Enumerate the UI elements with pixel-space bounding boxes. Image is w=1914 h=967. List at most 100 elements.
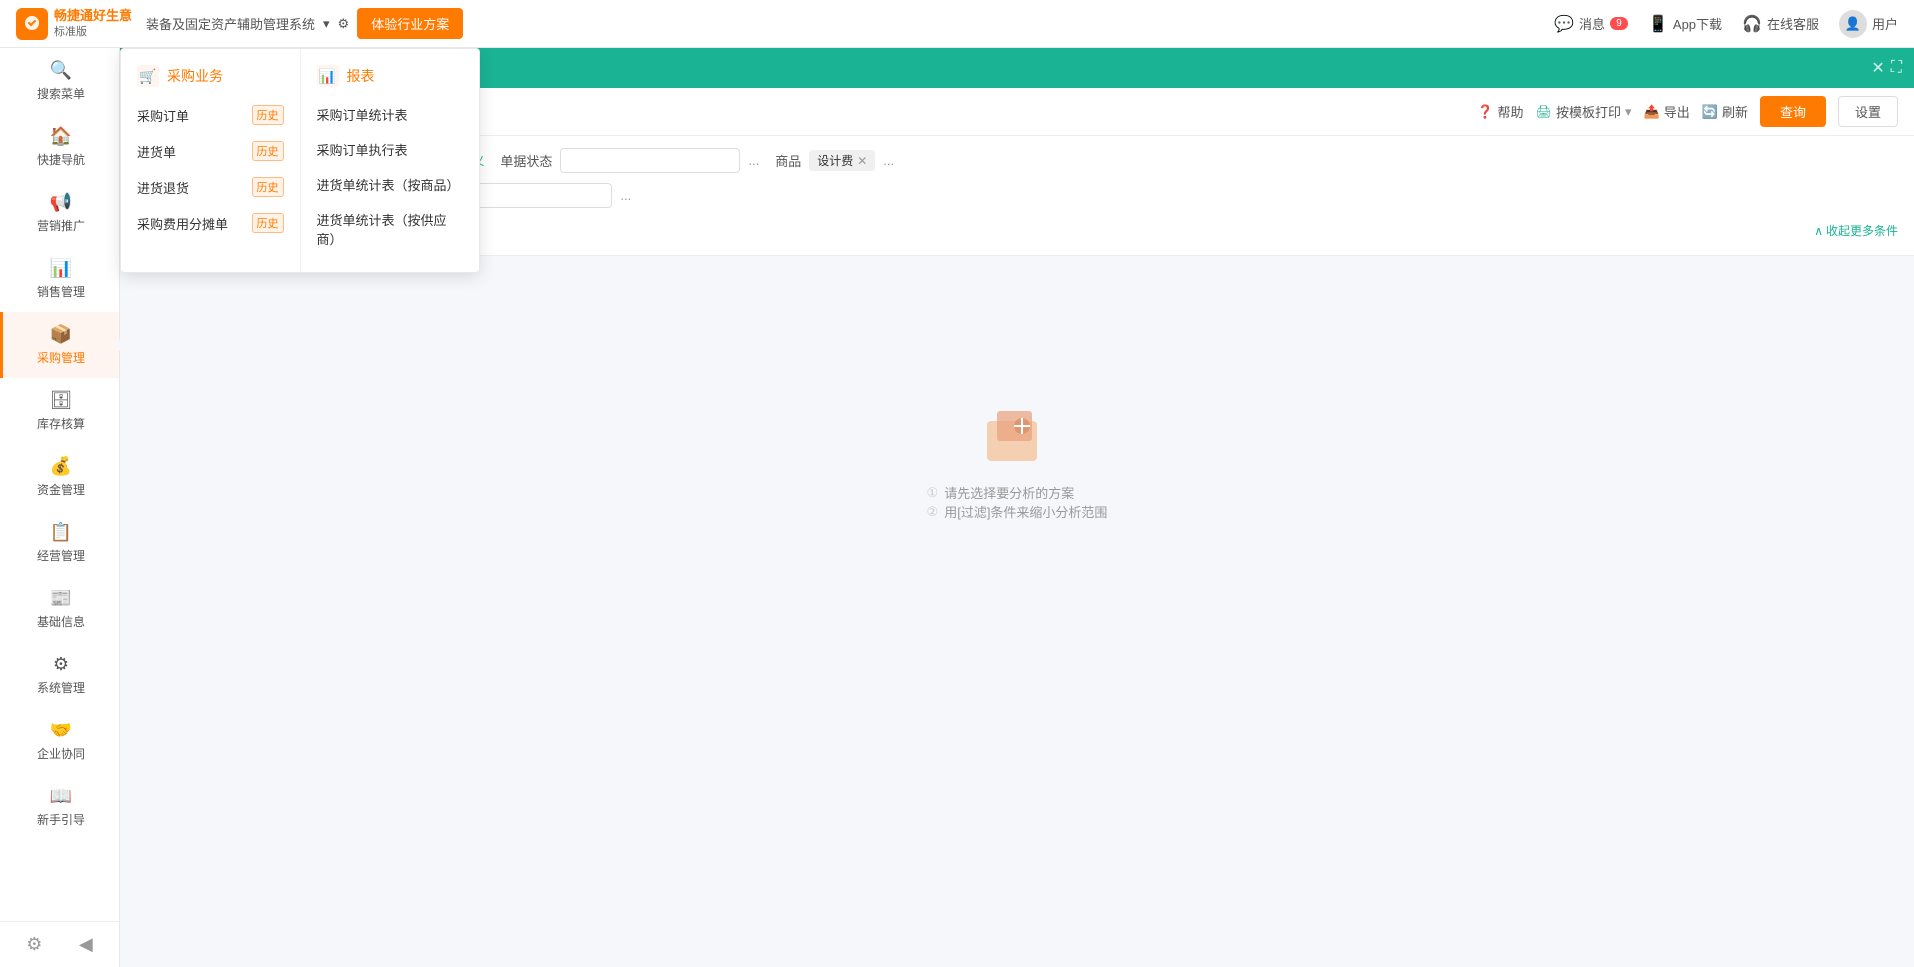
collapse-area: ∧ 收起更多条件 bbox=[1814, 222, 1898, 239]
sidebar-item-inventory[interactable]: 🗄 库存核算 bbox=[0, 378, 119, 444]
print-icon: 🖨 bbox=[1536, 104, 1553, 120]
collapse-icon: ∧ bbox=[1814, 224, 1823, 238]
incoming-stat-supplier-item[interactable]: 进货单统计表（按供应商） bbox=[301, 202, 480, 256]
user-action[interactable]: 👤 用户 bbox=[1839, 10, 1898, 38]
message-action[interactable]: 💬 消息 9 bbox=[1554, 14, 1628, 34]
sidebar-item-label: 经营管理 bbox=[37, 547, 85, 564]
purchase-order-stat-item[interactable]: 采购订单统计表 bbox=[301, 97, 480, 132]
purchase-order-exec-item[interactable]: 采购订单执行表 bbox=[301, 132, 480, 167]
sidebar-item-label: 快捷导航 bbox=[37, 151, 85, 168]
sidebar-item-cooperation[interactable]: 🤝 企业协同 bbox=[0, 708, 119, 774]
system-icon: ⚙ bbox=[53, 654, 69, 675]
logo-icon bbox=[16, 8, 48, 40]
voucher-status-input[interactable] bbox=[560, 148, 740, 173]
logo-area: 畅捷通好生意 标准版 bbox=[16, 8, 136, 40]
sales-icon: 📊 bbox=[50, 258, 72, 279]
sidebar-item-label: 系统管理 bbox=[37, 679, 85, 696]
system-title-area: 装备及固定资产辅助管理系统 ▾ ⚙ 体验行业方案 bbox=[136, 8, 1554, 39]
sidebar-item-label: 企业协同 bbox=[37, 745, 85, 762]
export-icon: 📤 bbox=[1644, 104, 1660, 120]
incoming-order-item[interactable]: 进货单 历史 bbox=[121, 133, 300, 169]
message-badge: 9 bbox=[1610, 17, 1628, 30]
home-icon: 🏠 bbox=[50, 126, 72, 147]
sidebar-item-label: 销售管理 bbox=[37, 283, 85, 300]
basic-icon: 📰 bbox=[50, 588, 72, 609]
report-col: 📊 报表 采购订单统计表 采购订单执行表 进货单统计表（按商品） 进货单统计表（… bbox=[301, 49, 480, 272]
headset-icon: 🎧 bbox=[1742, 14, 1762, 34]
export-btn[interactable]: 📤 导出 bbox=[1644, 102, 1690, 121]
salesperson-ellipsis[interactable]: ... bbox=[620, 188, 631, 203]
sidebar-item-sales[interactable]: 📊 销售管理 bbox=[0, 246, 119, 312]
sidebar-item-operation[interactable]: 📋 经营管理 bbox=[0, 510, 119, 576]
purchase-icon: 📦 bbox=[50, 324, 72, 345]
logo-text: 畅捷通好生意 标准版 bbox=[54, 8, 132, 39]
sidebar-item-finance[interactable]: 💰 资金管理 bbox=[0, 444, 119, 510]
sidebar-item-purchase[interactable]: 📦 采购管理 bbox=[0, 312, 119, 378]
empty-tip-2: 用[过滤]条件来缩小分析范围 bbox=[927, 502, 1108, 521]
purchase-dropdown-menu: 🛒 采购业务 采购订单 历史 进货单 历史 进货退货 历史 采购费用分摊单 bbox=[120, 48, 480, 273]
collapse-sidebar-icon[interactable]: ◀ bbox=[79, 934, 93, 955]
empty-tips: 请先选择要分析的方案 用[过滤]条件来缩小分析范围 bbox=[927, 483, 1108, 521]
collapse-btn[interactable]: ∧ 收起更多条件 bbox=[1814, 222, 1898, 239]
gear-icon[interactable]: ⚙ bbox=[338, 16, 350, 32]
refresh-btn[interactable]: 🔄 刷新 bbox=[1702, 102, 1748, 121]
operation-icon: 📋 bbox=[50, 522, 72, 543]
sidebar-item-search[interactable]: 🔍 搜索菜单 bbox=[0, 48, 119, 114]
voucher-status-ellipsis[interactable]: ... bbox=[748, 153, 759, 168]
purchase-expense-item[interactable]: 采购费用分摊单 历史 bbox=[121, 205, 300, 241]
empty-illustration bbox=[967, 391, 1067, 471]
app-download-action[interactable]: 📱 App下载 bbox=[1648, 14, 1722, 34]
avatar: 👤 bbox=[1839, 10, 1867, 38]
refresh-icon: 🔄 bbox=[1702, 104, 1718, 120]
purchase-col-header: 🛒 采购业务 bbox=[121, 65, 300, 97]
tab-close-window-btn[interactable]: ✕ bbox=[1871, 58, 1884, 78]
guide-icon: 📖 bbox=[50, 786, 72, 807]
sidebar-item-label: 基础信息 bbox=[37, 613, 85, 630]
product-tag-remove[interactable]: ✕ bbox=[857, 154, 867, 168]
purchase-order-item[interactable]: 采购订单 历史 bbox=[121, 97, 300, 133]
industry-button[interactable]: 体验行业方案 bbox=[357, 8, 463, 39]
cooperation-icon: 🤝 bbox=[50, 720, 72, 741]
sidebar-item-guide[interactable]: 📖 新手引导 bbox=[0, 774, 119, 840]
settings-button[interactable]: 设置 bbox=[1838, 96, 1898, 127]
tab-bar-actions: ✕ ⛶ bbox=[1859, 48, 1914, 88]
incoming-stat-product-item[interactable]: 进货单统计表（按商品） bbox=[301, 167, 480, 202]
report-col-header: 📊 报表 bbox=[301, 65, 480, 97]
help-icon: ❓ bbox=[1477, 104, 1493, 120]
sidebar-item-label: 搜索菜单 bbox=[37, 85, 85, 102]
sidebar-bottom: ⚙ ◀ bbox=[0, 921, 119, 967]
query-button[interactable]: 查询 bbox=[1760, 96, 1826, 127]
chevron-down-icon[interactable]: ▾ bbox=[323, 16, 330, 32]
marketing-icon: 📢 bbox=[50, 192, 72, 213]
print-btn[interactable]: 🖨 按模板打印 ▾ bbox=[1536, 102, 1632, 121]
product-tag: 设计费 ✕ bbox=[809, 150, 875, 171]
online-service-action[interactable]: 🎧 在线客服 bbox=[1742, 14, 1819, 34]
sidebar-item-label: 营销推广 bbox=[37, 217, 85, 234]
help-btn[interactable]: ❓ 帮助 bbox=[1477, 102, 1523, 121]
tab-maximize-btn[interactable]: ⛶ bbox=[1891, 59, 1902, 77]
sidebar-item-nav[interactable]: 🏠 快捷导航 bbox=[0, 114, 119, 180]
sidebar-item-system[interactable]: ⚙ 系统管理 bbox=[0, 642, 119, 708]
empty-tip-1: 请先选择要分析的方案 bbox=[927, 483, 1108, 502]
sidebar-item-label: 库存核算 bbox=[37, 415, 85, 432]
sidebar-item-basic[interactable]: 📰 基础信息 bbox=[0, 576, 119, 642]
cart-icon: 🛒 bbox=[137, 65, 159, 87]
finance-icon: 💰 bbox=[50, 456, 72, 477]
product-ellipsis[interactable]: ... bbox=[883, 153, 894, 168]
inventory-icon: 🗄 bbox=[50, 390, 73, 411]
settings-bottom-icon[interactable]: ⚙ bbox=[26, 934, 42, 955]
voucher-status-filter: 单据状态 ... bbox=[500, 148, 759, 173]
sidebar-item-marketing[interactable]: 📢 营销推广 bbox=[0, 180, 119, 246]
phone-icon: 📱 bbox=[1648, 14, 1668, 34]
chevron-print-icon: ▾ bbox=[1625, 104, 1632, 120]
return-goods-item[interactable]: 进货退货 历史 bbox=[121, 169, 300, 205]
report-icon: 📊 bbox=[317, 65, 339, 87]
search-icon: 🔍 bbox=[50, 60, 72, 81]
sidebar-item-label: 资金管理 bbox=[37, 481, 85, 498]
purchase-col: 🛒 采购业务 采购订单 历史 进货单 历史 进货退货 历史 采购费用分摊单 bbox=[121, 49, 301, 272]
top-header: 畅捷通好生意 标准版 装备及固定资产辅助管理系统 ▾ ⚙ 体验行业方案 💬 消息… bbox=[0, 0, 1914, 48]
sidebar-item-label: 新手引导 bbox=[37, 811, 85, 828]
product-filter: 商品 设计费 ✕ ... bbox=[775, 150, 894, 171]
message-icon: 💬 bbox=[1554, 14, 1574, 34]
sidebar-item-label: 采购管理 bbox=[37, 349, 85, 366]
